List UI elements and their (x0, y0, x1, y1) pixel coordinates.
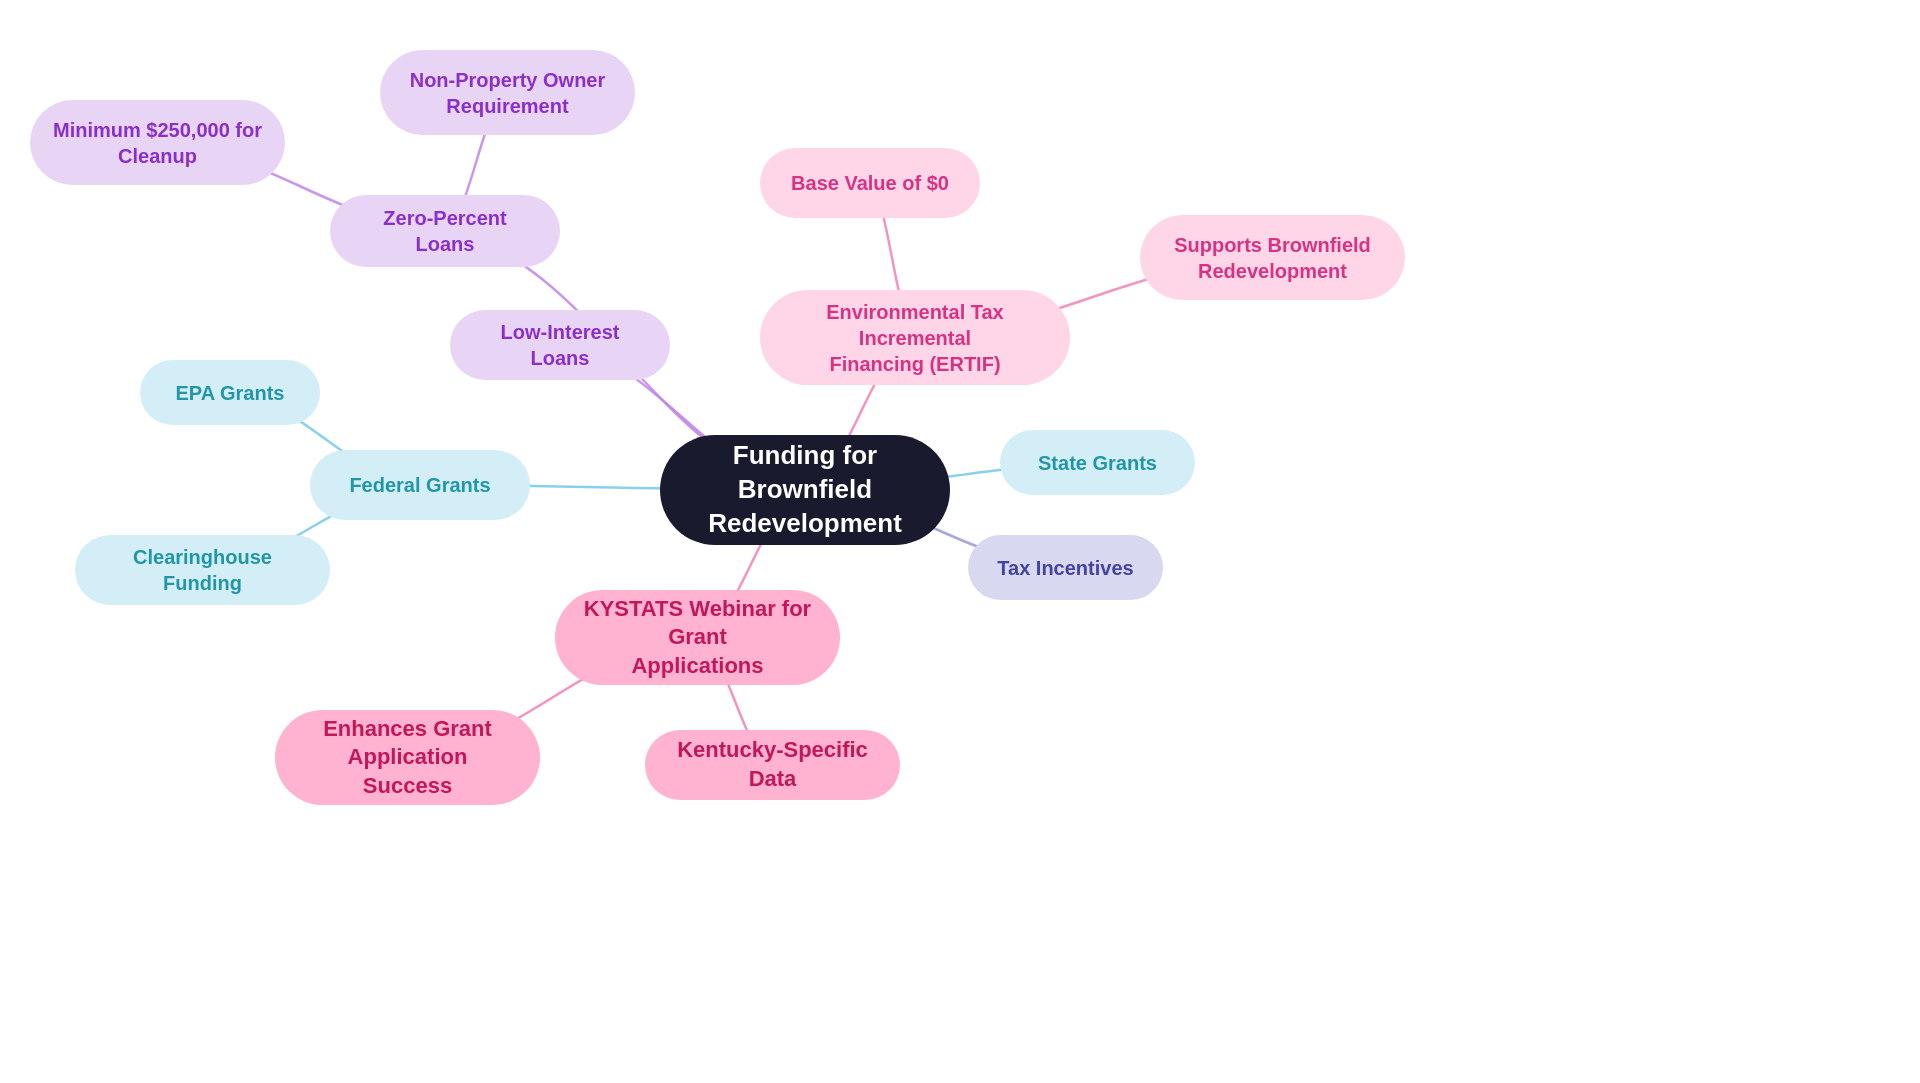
node-supports-brownfield: Supports Brownfield Redevelopment (1140, 215, 1405, 300)
node-base-value: Base Value of $0 (760, 148, 980, 218)
node-zero-percent-loans: Zero-Percent Loans (330, 195, 560, 267)
node-tax-incentives: Tax Incentives (968, 535, 1163, 600)
node-ertif: Environmental Tax Incremental Financing … (760, 290, 1070, 385)
node-state-grants: State Grants (1000, 430, 1195, 495)
node-non-property-owner: Non-Property Owner Requirement (380, 50, 635, 135)
node-min-cleanup: Minimum $250,000 for Cleanup (30, 100, 285, 185)
mindmap-container: Funding for Brownfield Redevelopment Zer… (0, 0, 1920, 1083)
node-kentucky-data: Kentucky-Specific Data (645, 730, 900, 800)
node-clearinghouse-funding: Clearinghouse Funding (75, 535, 330, 605)
node-low-interest-loans: Low-Interest Loans (450, 310, 670, 380)
node-kystats: KYSTATS Webinar for Grant Applications (555, 590, 840, 685)
node-center: Funding for Brownfield Redevelopment (660, 435, 950, 545)
node-enhances-grant: Enhances Grant Application Success (275, 710, 540, 805)
node-epa-grants: EPA Grants (140, 360, 320, 425)
node-federal-grants: Federal Grants (310, 450, 530, 520)
